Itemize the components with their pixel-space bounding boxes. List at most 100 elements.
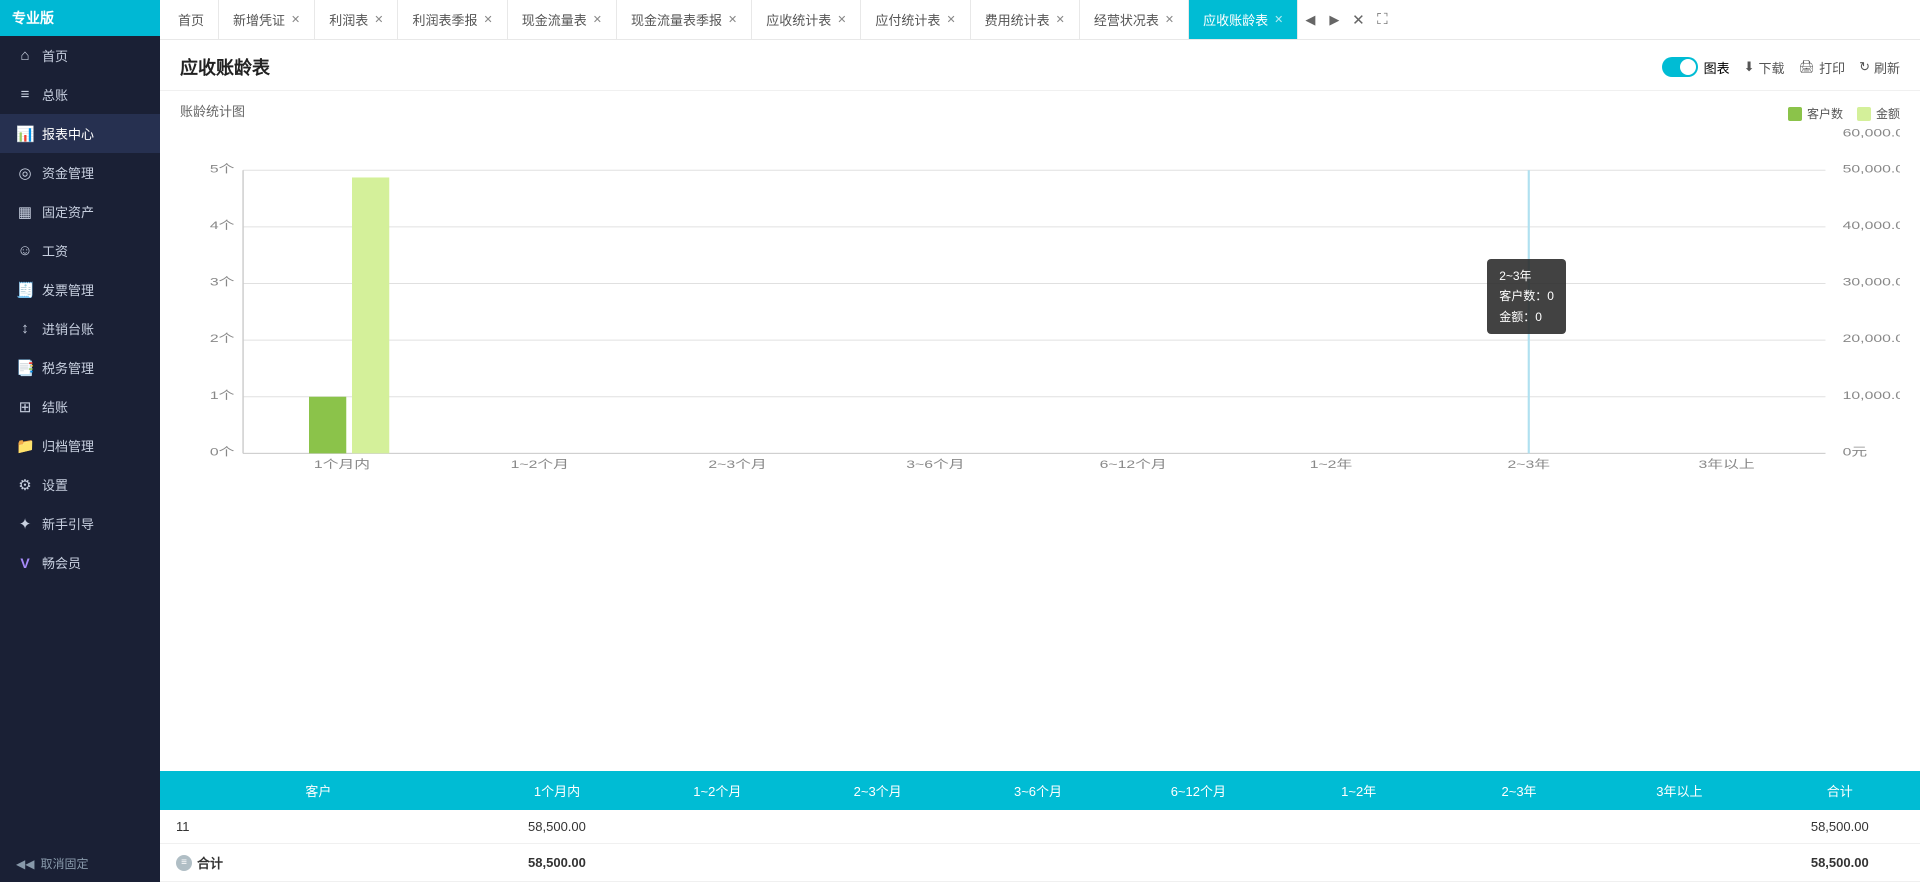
tab-cashflow-close[interactable]: ✕ [593,13,602,26]
tab-ar-aging[interactable]: 应收账龄表 ✕ [1189,0,1298,39]
sidebar-item-ledger[interactable]: ≡ 总账 [0,75,160,114]
tab-ap-stat-close[interactable]: ✕ [946,13,955,26]
sidebar-item-label: 发票管理 [42,280,94,299]
svg-text:2~3年: 2~3年 [1508,458,1551,470]
page-title: 应收账龄表 [180,54,1662,80]
tab-ar-stat-label: 应收统计表 [766,10,831,29]
col-12y: 1~2年 [1279,771,1439,810]
cell-23y [1439,810,1599,844]
close-account-icon: ⊞ [16,398,34,416]
sidebar-item-tax[interactable]: 📑 税务管理 [0,348,160,387]
tab-new-voucher[interactable]: 新增凭证 ✕ [219,0,315,39]
tab-new-voucher-close[interactable]: ✕ [291,13,300,26]
col-36m: 3~6个月 [958,771,1118,810]
tab-nav-next[interactable]: ▶ [1322,8,1346,32]
tab-ar-stat[interactable]: 应收统计表 ✕ [752,0,861,39]
tab-home-label: 首页 [178,10,204,29]
sidebar-item-invoice[interactable]: 🧾 发票管理 [0,270,160,309]
svg-text:2个: 2个 [210,332,235,344]
cell-36m [958,810,1118,844]
sidebar-item-label: 首页 [42,46,68,65]
app-logo: 专业版 [0,0,160,36]
reports-icon: 📊 [16,125,34,143]
sidebar-item-funds[interactable]: ◎ 资金管理 [0,153,160,192]
chart-svg-wrap: 0个 1个 2个 3个 4个 5个 0元 10,000.00元 20,000.0… [180,126,1900,476]
chart-toggle-wrap[interactable]: 图表 [1662,57,1730,77]
tab-profit-quarter[interactable]: 利润表季报 ✕ [398,0,507,39]
sidebar-item-sales[interactable]: ↕ 进销台账 [0,309,160,348]
tab-ap-stat[interactable]: 应付统计表 ✕ [861,0,970,39]
chart-toggle[interactable] [1662,57,1698,77]
total-icon: ≡ [176,855,192,871]
tab-cashflow-label: 现金流量表 [522,10,587,29]
svg-text:6~12个月: 6~12个月 [1100,458,1167,470]
sidebar-item-label: 归档管理 [42,436,94,455]
svg-text:1个: 1个 [210,389,235,401]
tab-ar-aging-close[interactable]: ✕ [1274,13,1283,26]
svg-text:3~6个月: 3~6个月 [906,458,964,470]
svg-text:40,000.00元: 40,000.00元 [1843,219,1900,231]
invoice-icon: 🧾 [16,281,34,299]
svg-text:3个: 3个 [210,276,235,288]
pin-toggle[interactable]: ◀◀ 取消固定 [0,845,160,882]
tab-expense-stat-close[interactable]: ✕ [1056,13,1065,26]
svg-text:0元: 0元 [1843,446,1868,458]
sidebar-item-close-account[interactable]: ⊞ 结账 [0,387,160,426]
download-label: 下载 [1759,58,1785,77]
bar-1month-customers [309,397,346,454]
col-12m: 1~2个月 [637,771,797,810]
sidebar-item-member[interactable]: V 畅会员 [0,543,160,582]
refresh-label: 刷新 [1874,58,1900,77]
table-header-row: 客户 1个月内 1~2个月 2~3个月 3~6个月 6~12个月 1~2年 2~… [160,771,1920,810]
col-23y: 2~3年 [1439,771,1599,810]
member-icon: V [16,555,34,571]
tab-close-all[interactable]: ✕ [1346,8,1370,32]
cell-12y [1279,810,1439,844]
sidebar-item-salary[interactable]: ☺ 工资 [0,231,160,270]
sidebar-item-assets[interactable]: ▦ 固定资产 [0,192,160,231]
svg-text:0个: 0个 [210,446,235,458]
svg-text:1~2个月: 1~2个月 [511,458,569,470]
svg-text:60,000.00元: 60,000.00元 [1843,126,1900,138]
tab-cashflow-quarter[interactable]: 现金流量表季报 ✕ [617,0,752,39]
tab-profit-close[interactable]: ✕ [374,13,383,26]
tab-maximize[interactable]: ⛶ [1370,8,1394,32]
tab-nav-prev[interactable]: ◀ [1298,8,1322,32]
svg-text:30,000.00元: 30,000.00元 [1843,276,1900,288]
svg-text:3年以上: 3年以上 [1699,458,1755,470]
cell-1m: 58,500.00 [477,810,637,844]
sidebar-item-label: 资金管理 [42,163,94,182]
download-btn[interactable]: ⬇ 下载 [1744,58,1785,77]
tab-ar-stat-close[interactable]: ✕ [837,13,846,26]
legend-amount-label: 金额 [1876,105,1900,122]
tab-operation[interactable]: 经营状况表 ✕ [1080,0,1189,39]
settings-icon: ⚙ [16,476,34,494]
sidebar-item-home[interactable]: ⌂ 首页 [0,36,160,75]
tab-operation-label: 经营状况表 [1094,10,1159,29]
tab-profit-quarter-close[interactable]: ✕ [484,13,493,26]
chart-area: 账龄统计图 客户数 金额 0个 1个 2个 3个 4个 [160,91,1920,771]
sidebar-item-label: 结账 [42,397,68,416]
refresh-btn[interactable]: ↻ 刷新 [1859,58,1900,77]
sidebar-item-label: 总账 [42,85,68,104]
tab-cashflow[interactable]: 现金流量表 ✕ [508,0,617,39]
cell-612m [1118,810,1278,844]
svg-text:2~3个月: 2~3个月 [708,458,766,470]
tab-profit[interactable]: 利润表 ✕ [315,0,398,39]
tab-home[interactable]: 首页 [164,0,219,39]
total-total: 58,500.00 [1760,844,1920,882]
total-label: 合计 [197,853,223,872]
sidebar-item-archive[interactable]: 📁 归档管理 [0,426,160,465]
content-area: 应收账龄表 图表 ⬇ 下载 🖨 打印 ↻ 刷新 [160,40,1920,882]
sidebar-item-reports[interactable]: 📊 报表中心 [0,114,160,153]
sidebar-item-guide[interactable]: ✦ 新手引导 [0,504,160,543]
tab-expense-stat[interactable]: 费用统计表 ✕ [971,0,1080,39]
total-12m [637,844,797,882]
tab-ap-stat-label: 应付统计表 [875,10,940,29]
tab-operation-close[interactable]: ✕ [1165,13,1174,26]
print-btn[interactable]: 🖨 打印 [1799,58,1846,77]
tab-profit-label: 利润表 [329,10,368,29]
tab-cashflow-quarter-close[interactable]: ✕ [728,13,737,26]
sidebar-item-settings[interactable]: ⚙ 设置 [0,465,160,504]
total-36m [958,844,1118,882]
